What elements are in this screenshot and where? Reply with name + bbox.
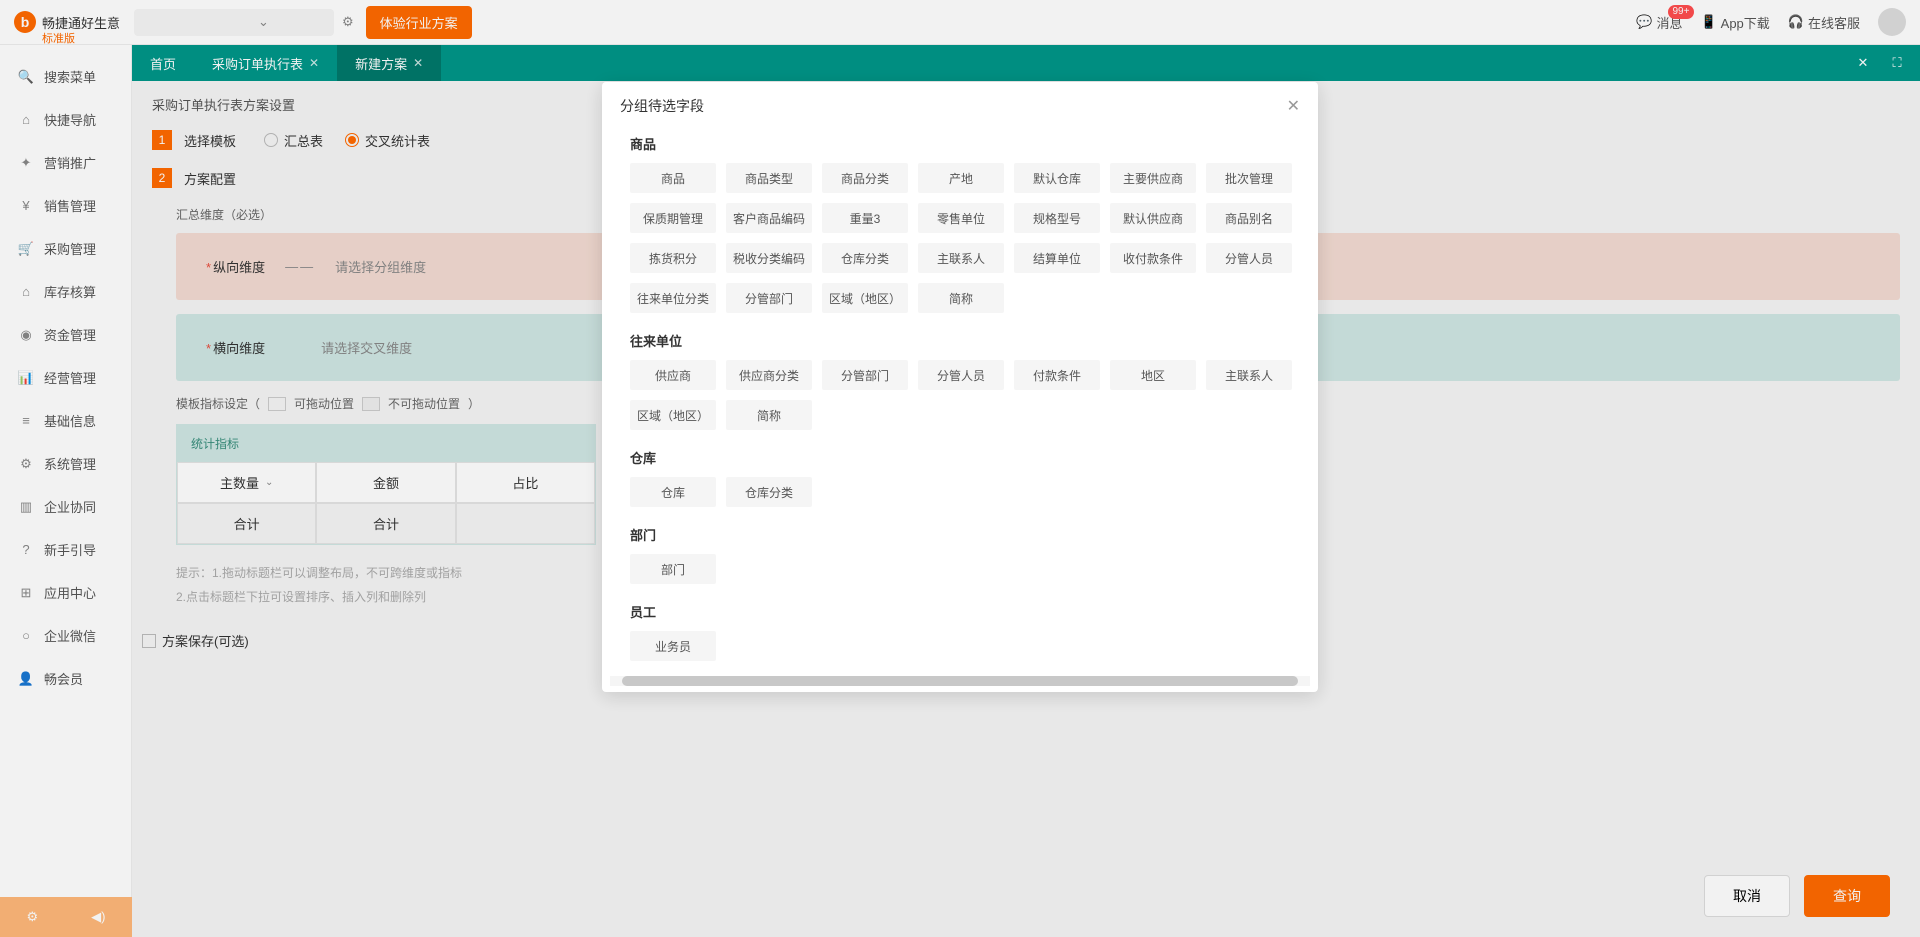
field-chip[interactable]: 商品类型 bbox=[726, 163, 812, 193]
field-chip[interactable]: 规格型号 bbox=[1014, 203, 1100, 233]
field-group: 部门部门 bbox=[630, 525, 1308, 584]
field-chip[interactable]: 拣货积分 bbox=[630, 243, 716, 273]
field-chip[interactable]: 供应商 bbox=[630, 360, 716, 390]
field-picker-modal: 分组待选字段 ✕ 商品商品商品类型商品分类产地默认仓库主要供应商批次管理保质期管… bbox=[602, 82, 1318, 692]
field-chip[interactable]: 商品分类 bbox=[822, 163, 908, 193]
field-chip[interactable]: 仓库 bbox=[630, 477, 716, 507]
field-chip[interactable]: 产地 bbox=[918, 163, 1004, 193]
field-group-title: 往来单位 bbox=[630, 331, 1308, 350]
modal-horizontal-scrollbar[interactable] bbox=[610, 676, 1310, 686]
field-group: 商品商品商品类型商品分类产地默认仓库主要供应商批次管理保质期管理客户商品编码重量… bbox=[630, 134, 1308, 313]
field-chip[interactable]: 商品别名 bbox=[1206, 203, 1292, 233]
field-group-title: 员工 bbox=[630, 602, 1308, 621]
field-group-title: 部门 bbox=[630, 525, 1308, 544]
field-chip[interactable]: 分管人员 bbox=[1206, 243, 1292, 273]
modal-backdrop: 分组待选字段 ✕ 商品商品商品类型商品分类产地默认仓库主要供应商批次管理保质期管… bbox=[0, 0, 1920, 937]
field-chip[interactable]: 结算单位 bbox=[1014, 243, 1100, 273]
field-chips: 商品商品类型商品分类产地默认仓库主要供应商批次管理保质期管理客户商品编码重量3 零… bbox=[630, 163, 1308, 313]
field-chip[interactable]: 分管人员 bbox=[918, 360, 1004, 390]
field-chip[interactable]: 客户商品编码 bbox=[726, 203, 812, 233]
field-chip[interactable]: 分管部门 bbox=[726, 283, 812, 313]
field-chip[interactable]: 税收分类编码 bbox=[726, 243, 812, 273]
field-chips: 部门 bbox=[630, 554, 1308, 584]
field-chip[interactable]: 供应商分类 bbox=[726, 360, 812, 390]
field-chip[interactable]: 默认供应商 bbox=[1110, 203, 1196, 233]
field-group-title: 仓库 bbox=[630, 448, 1308, 467]
field-chips: 供应商供应商分类分管部门分管人员付款条件地区主联系人区域（地区） 简称 bbox=[630, 360, 1308, 430]
field-chip[interactable]: 付款条件 bbox=[1014, 360, 1100, 390]
field-chip[interactable]: 收付款条件 bbox=[1110, 243, 1196, 273]
field-chip[interactable]: 区域（地区） bbox=[822, 283, 908, 313]
field-chip[interactable]: 分管部门 bbox=[822, 360, 908, 390]
field-chip[interactable]: 简称 bbox=[918, 283, 1004, 313]
scrollbar-thumb[interactable] bbox=[622, 676, 1298, 686]
field-chip[interactable]: 重量3 bbox=[822, 203, 908, 233]
field-group: 员工业务员 bbox=[630, 602, 1308, 661]
field-chip[interactable]: 主要供应商 bbox=[1110, 163, 1196, 193]
field-group: 仓库仓库仓库分类 bbox=[630, 448, 1308, 507]
field-chip[interactable]: 地区 bbox=[1110, 360, 1196, 390]
field-chip[interactable]: 仓库分类 bbox=[726, 477, 812, 507]
field-group-title: 商品 bbox=[630, 134, 1308, 153]
field-chips: 业务员 bbox=[630, 631, 1308, 661]
field-chip[interactable]: 主联系人 bbox=[1206, 360, 1292, 390]
field-chip[interactable]: 零售单位 bbox=[918, 203, 1004, 233]
field-chip[interactable]: 主联系人 bbox=[918, 243, 1004, 273]
field-chip[interactable]: 部门 bbox=[630, 554, 716, 584]
modal-title: 分组待选字段 bbox=[620, 96, 704, 116]
field-group: 往来单位供应商供应商分类分管部门分管人员付款条件地区主联系人区域（地区） 简称 bbox=[630, 331, 1308, 430]
field-chip[interactable]: 仓库分类 bbox=[822, 243, 908, 273]
field-chip[interactable]: 保质期管理 bbox=[630, 203, 716, 233]
field-chip[interactable]: 区域（地区） bbox=[630, 400, 716, 430]
field-chip[interactable]: 简称 bbox=[726, 400, 812, 430]
field-chips: 仓库仓库分类 bbox=[630, 477, 1308, 507]
field-chip[interactable]: 默认仓库 bbox=[1014, 163, 1100, 193]
close-icon[interactable]: ✕ bbox=[1287, 96, 1300, 116]
modal-body[interactable]: 商品商品商品类型商品分类产地默认仓库主要供应商批次管理保质期管理客户商品编码重量… bbox=[602, 130, 1318, 676]
field-chip[interactable]: 业务员 bbox=[630, 631, 716, 661]
field-chip[interactable]: 批次管理 bbox=[1206, 163, 1292, 193]
field-chip[interactable]: 商品 bbox=[630, 163, 716, 193]
field-chip[interactable]: 往来单位分类 bbox=[630, 283, 716, 313]
